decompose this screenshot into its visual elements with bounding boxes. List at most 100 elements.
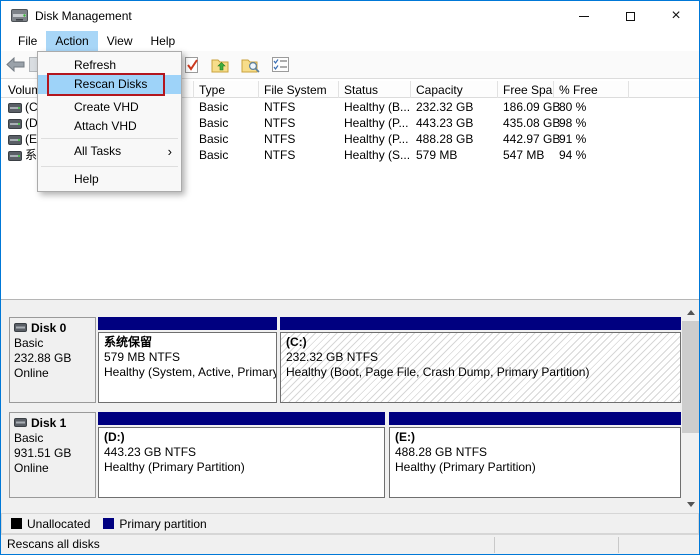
drive-icon: [8, 102, 22, 116]
action-menu: Refresh Rescan Disks Create VHD Attach V…: [37, 51, 182, 192]
all-tasks-label: All Tasks: [74, 144, 121, 158]
menu-item-help[interactable]: Help: [38, 170, 181, 189]
properties-list-icon[interactable]: [272, 57, 289, 75]
menu-bar: File Action View Help: [1, 31, 699, 51]
menu-action[interactable]: Action: [46, 31, 97, 51]
close-button[interactable]: ×: [653, 1, 699, 31]
partition-d[interactable]: (D:) 443.23 GB NTFS Healthy (Primary Par…: [98, 412, 385, 498]
disk1-label[interactable]: Disk 1 Basic 931.51 GB Online: [9, 412, 96, 498]
partition-c[interactable]: (C:) 232.32 GB NTFS Healthy (Boot, Page …: [280, 317, 681, 403]
vertical-scrollbar[interactable]: [682, 304, 699, 513]
status-divider: [618, 537, 619, 553]
cell-type: Basic: [199, 131, 228, 147]
menu-view[interactable]: View: [98, 31, 142, 51]
partition-size: 579 MB NTFS: [104, 350, 274, 365]
partition-type-bar: [98, 412, 385, 425]
primary-partition-label: Primary partition: [119, 517, 206, 531]
minimize-button[interactable]: [561, 1, 607, 31]
check-disk-icon[interactable]: [184, 57, 200, 77]
cell-capacity: 488.28 GB: [416, 131, 473, 147]
cell-file-system: NTFS: [264, 99, 295, 115]
window-controls: ×: [561, 1, 699, 31]
maximize-icon: [626, 12, 635, 21]
disk1-size: 931.51 GB: [14, 446, 91, 461]
header-free-space[interactable]: Free Spa...: [498, 81, 554, 98]
partition-system-reserved[interactable]: 系统保留 579 MB NTFS Healthy (System, Active…: [98, 317, 277, 403]
drive-icon: [8, 150, 22, 164]
header-pct-free[interactable]: % Free: [554, 81, 629, 98]
cell-type: Basic: [199, 99, 228, 115]
cell-pct-free: 98 %: [559, 115, 586, 131]
status-divider: [494, 537, 495, 553]
graphical-view: Disk 0 Basic 232.88 GB Online 系统保留 579 M…: [1, 304, 699, 513]
legend-bar: Unallocated Primary partition: [1, 513, 699, 534]
folder-up-icon[interactable]: [211, 57, 229, 76]
menu-help[interactable]: Help: [142, 31, 185, 51]
disk1-type: Basic: [14, 431, 91, 446]
menu-item-attach-vhd[interactable]: Attach VHD: [38, 117, 181, 136]
disk1-name: Disk 1: [31, 416, 66, 431]
disk0-type: Basic: [14, 336, 91, 351]
menu-item-create-vhd[interactable]: Create VHD: [38, 98, 181, 117]
scrollbar-thumb[interactable]: [682, 321, 699, 433]
disk1-status: Online: [14, 461, 91, 476]
cell-capacity: 443.23 GB: [416, 115, 473, 131]
partition-status: Healthy (System, Active, Primary: [104, 365, 274, 380]
menu-separator: [41, 138, 178, 139]
back-icon[interactable]: [6, 57, 25, 75]
partition-type-bar: [389, 412, 681, 425]
partition-size: 488.28 GB NTFS: [395, 445, 678, 460]
cell-capacity: 579 MB: [416, 147, 457, 163]
cell-free-space: 435.08 GB: [503, 115, 560, 131]
partition-type-bar: [98, 317, 277, 330]
cell-type: Basic: [199, 115, 228, 131]
cell-file-system: NTFS: [264, 147, 295, 163]
cell-status: Healthy (B...: [344, 99, 410, 115]
menu-file[interactable]: File: [9, 31, 46, 51]
cell-status: Healthy (S...: [344, 147, 410, 163]
partition-status: Healthy (Primary Partition): [395, 460, 678, 475]
scroll-down-icon[interactable]: [682, 496, 699, 513]
disk-icon: [14, 321, 27, 336]
partition-size: 443.23 GB NTFS: [104, 445, 382, 460]
cell-status: Healthy (P...: [344, 131, 408, 147]
disk-management-app-icon: [11, 9, 28, 25]
submenu-arrow-icon: ›: [168, 142, 172, 161]
header-capacity[interactable]: Capacity: [411, 81, 498, 98]
header-file-system[interactable]: File System: [259, 81, 339, 98]
cell-status: Healthy (P...: [344, 115, 408, 131]
scroll-up-icon[interactable]: [682, 304, 699, 321]
disk0-size: 232.88 GB: [14, 351, 91, 366]
menu-item-all-tasks[interactable]: All Tasks ›: [38, 142, 181, 161]
cell-free-space: 442.97 GB: [503, 131, 560, 147]
status-bar: Rescans all disks: [1, 534, 699, 554]
window-title: Disk Management: [35, 9, 132, 23]
cell-free-space: 547 MB: [503, 147, 544, 163]
disk-icon: [14, 416, 27, 431]
partition-status: Healthy (Boot, Page File, Crash Dump, Pr…: [286, 365, 678, 380]
disk0-name: Disk 0: [31, 321, 66, 336]
unallocated-swatch: [11, 518, 22, 529]
drive-icon: [8, 118, 22, 132]
disk0-label[interactable]: Disk 0 Basic 232.88 GB Online: [9, 317, 96, 403]
cell-pct-free: 80 %: [559, 99, 586, 115]
header-blank: [629, 81, 699, 98]
header-status[interactable]: Status: [339, 81, 411, 98]
minimize-icon: [579, 16, 589, 17]
partition-type-bar: [280, 317, 681, 330]
annotation-rescan-disks-highlight: [47, 73, 165, 96]
cell-pct-free: 91 %: [559, 131, 586, 147]
partition-label: 系统保留: [104, 335, 274, 350]
partition-status: Healthy (Primary Partition): [104, 460, 382, 475]
cell-file-system: NTFS: [264, 131, 295, 147]
menu-separator: [41, 166, 178, 167]
cell-free-space: 186.09 GB: [503, 99, 560, 115]
partition-e[interactable]: (E:) 488.28 GB NTFS Healthy (Primary Par…: [389, 412, 681, 498]
cell-capacity: 232.32 GB: [416, 99, 473, 115]
cell-pct-free: 94 %: [559, 147, 586, 163]
cell-file-system: NTFS: [264, 115, 295, 131]
maximize-button[interactable]: [607, 1, 653, 31]
partition-size: 232.32 GB NTFS: [286, 350, 678, 365]
header-type[interactable]: Type: [194, 81, 259, 98]
folder-search-icon[interactable]: [241, 57, 260, 76]
